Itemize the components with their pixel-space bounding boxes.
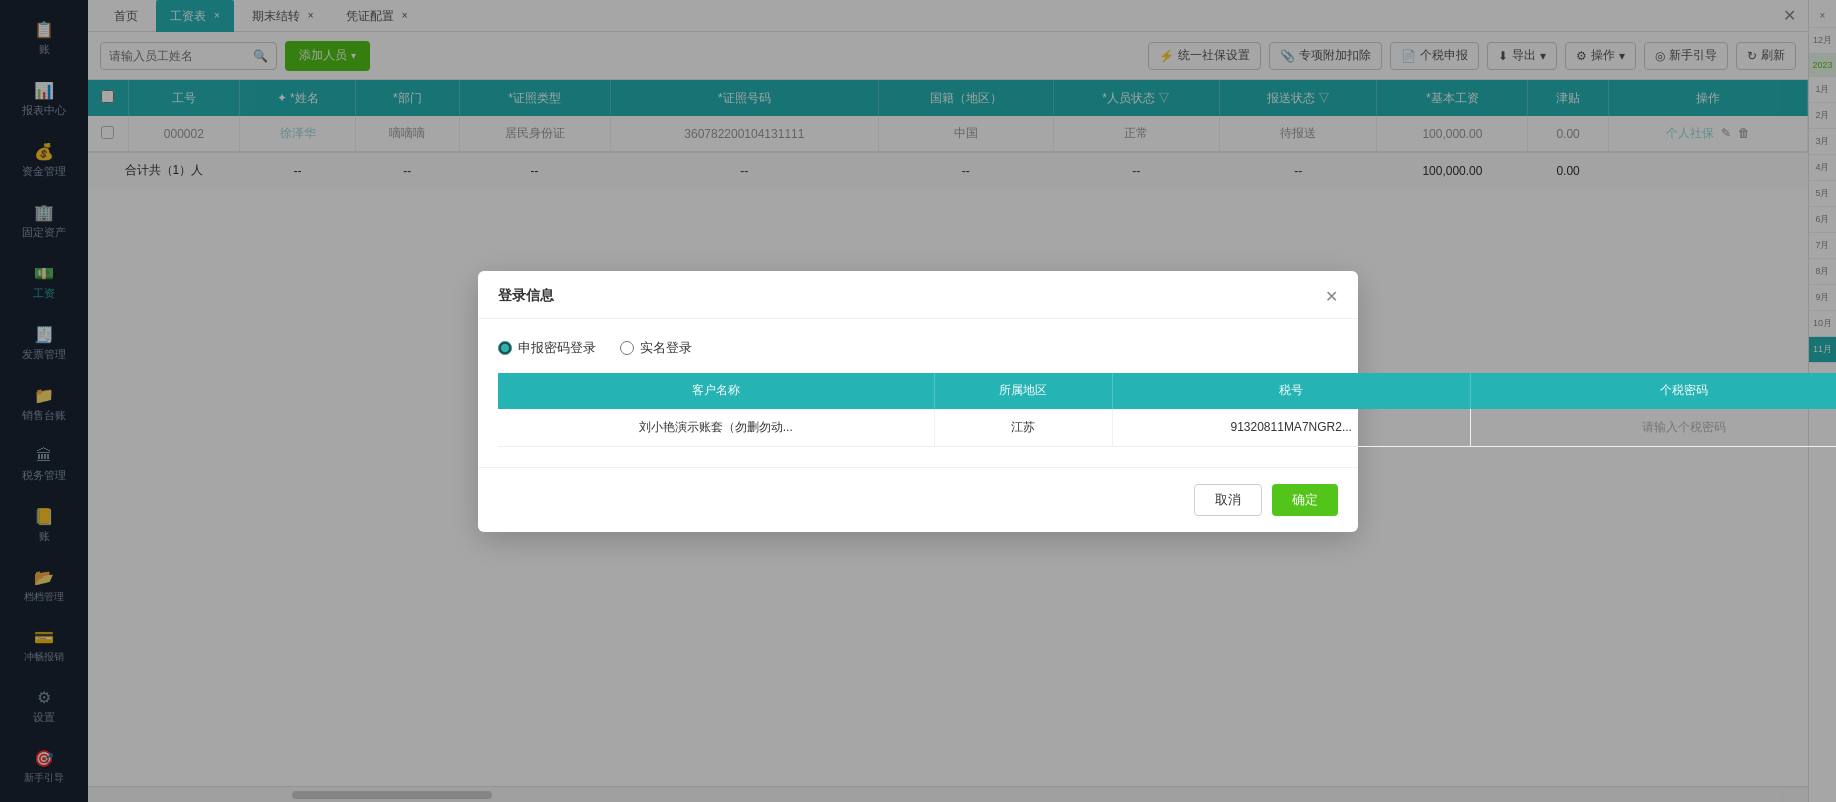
client-table-row: 刘小艳演示账套（勿删勿动... 江苏 91320811MA7NGR2... <box>498 409 1836 447</box>
col-client-name: 客户名称 <box>498 373 934 409</box>
modal-footer: 取消 确定 <box>478 467 1358 532</box>
client-table-header: 客户名称 所属地区 税号 个税密码 <box>498 373 1836 409</box>
client-password-cell[interactable] <box>1470 409 1836 447</box>
radio-realname-login[interactable]: 实名登录 <box>620 339 692 357</box>
col-tax-id: 税号 <box>1112 373 1470 409</box>
col-tax-password: 个税密码 <box>1470 373 1836 409</box>
modal-header: 登录信息 ✕ <box>478 271 1358 319</box>
tax-password-input[interactable] <box>1483 420 1837 434</box>
login-type-radio-group: 申报密码登录 实名登录 <box>498 339 1338 357</box>
radio-password-input[interactable] <box>498 341 512 355</box>
client-region-cell: 江苏 <box>934 409 1112 447</box>
modal-title: 登录信息 <box>498 287 554 305</box>
cancel-button[interactable]: 取消 <box>1194 484 1262 516</box>
client-name-cell: 刘小艳演示账套（勿删勿动... <box>498 409 934 447</box>
client-table: 客户名称 所属地区 税号 个税密码 刘小艳演示账套（勿删勿动... 江苏 913… <box>498 373 1836 447</box>
radio-password-login[interactable]: 申报密码登录 <box>498 339 596 357</box>
modal-close-icon[interactable]: ✕ <box>1325 287 1338 306</box>
confirm-button[interactable]: 确定 <box>1272 484 1338 516</box>
radio-realname-input[interactable] <box>620 341 634 355</box>
modal-body: 申报密码登录 实名登录 客户名称 所属地区 税号 个税密码 <box>478 319 1358 467</box>
login-info-modal: 登录信息 ✕ 申报密码登录 实名登录 客户名称 所属地区 <box>478 271 1358 532</box>
col-region: 所属地区 <box>934 373 1112 409</box>
client-taxid-cell: 91320811MA7NGR2... <box>1112 409 1470 447</box>
modal-overlay: 登录信息 ✕ 申报密码登录 实名登录 客户名称 所属地区 <box>0 0 1836 802</box>
